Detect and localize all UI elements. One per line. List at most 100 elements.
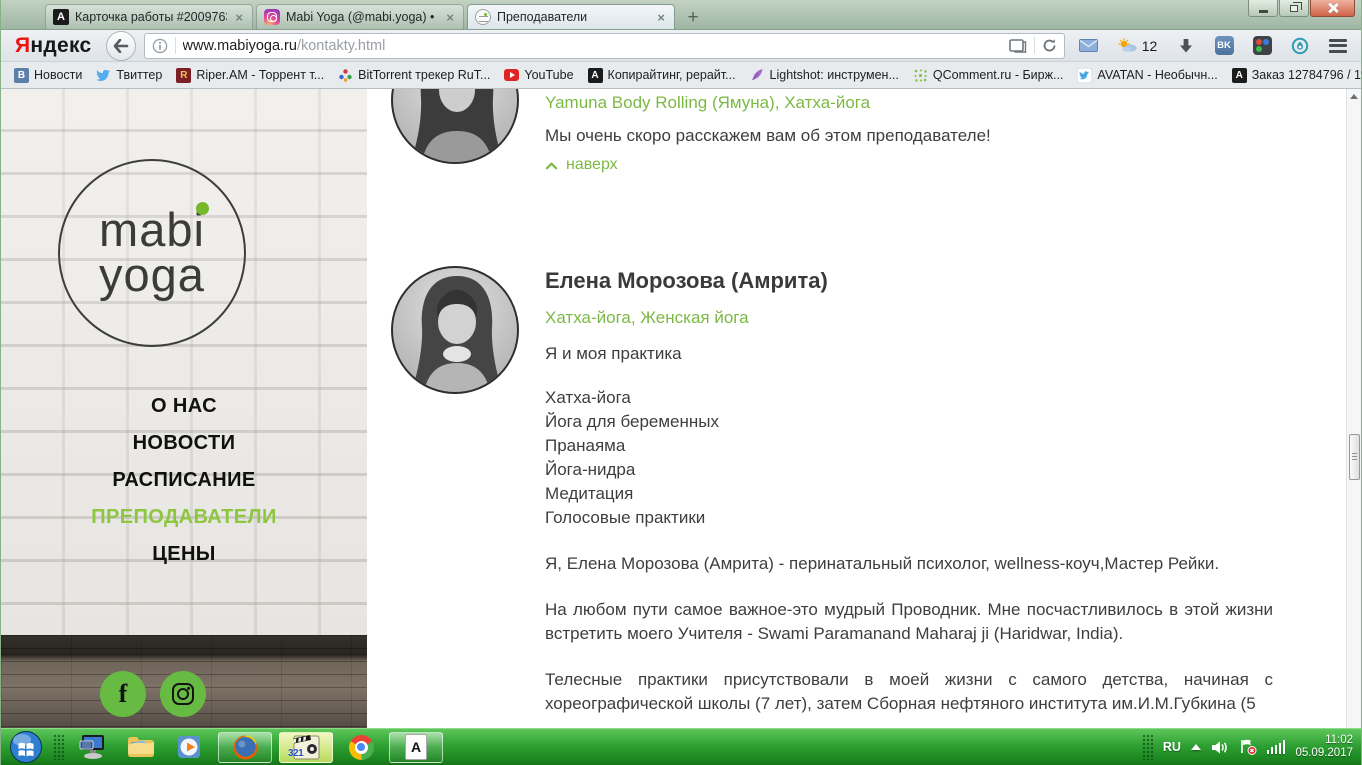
tab-instagram[interactable]: Mabi Yoga (@mabi.yoga) • Ф ×: [256, 4, 464, 29]
new-tab-button[interactable]: +: [678, 6, 708, 29]
downloads-button[interactable]: [1171, 32, 1201, 60]
close-button[interactable]: [1310, 0, 1355, 17]
url-text[interactable]: www.mabiyoga.ru/kontakty.html: [183, 38, 1002, 54]
scroll-up-button[interactable]: [1347, 89, 1361, 104]
bookmark-advego-order[interactable]: A Заказ 12784796 / 190....: [1225, 64, 1362, 86]
nav-schedule[interactable]: РАСПИСАНИЕ: [112, 469, 255, 492]
address-bar[interactable]: www.mabiyoga.ru/kontakty.html: [143, 32, 1065, 59]
tab-title: Преподаватели: [497, 10, 588, 24]
reader-mode-icon[interactable]: [1009, 38, 1027, 53]
advego-taskbar-button[interactable]: A: [389, 731, 443, 763]
yandex-disk-button[interactable]: [1285, 32, 1315, 60]
nav-prices[interactable]: ЦЕНЫ: [152, 543, 216, 566]
menu-button[interactable]: [1323, 32, 1353, 60]
bookmark-riper[interactable]: R Riper.AM - Торрент т...: [169, 64, 331, 86]
site-info-icon[interactable]: [152, 38, 168, 54]
tab-strip: A Карточка работы #20097636 × Mabi Yoga …: [1, 0, 1361, 29]
scrollbar-thumb[interactable]: [1348, 434, 1360, 480]
remote-desktop-button[interactable]: [71, 732, 113, 763]
teacher-name: Елена Морозова (Амрита): [545, 268, 828, 293]
chevron-up-icon: [545, 162, 558, 169]
yandex-logo-ya: Я: [15, 33, 31, 57]
bookmark-youtube[interactable]: YouTube: [497, 64, 580, 86]
volume-icon[interactable]: [1211, 740, 1229, 755]
tab-close-icon[interactable]: ×: [233, 10, 245, 25]
minimize-icon: [1258, 9, 1268, 13]
back-to-top-link[interactable]: наверх: [545, 156, 1273, 174]
practices-list: Хатха-йога Йога для беременных Пранаяма …: [545, 386, 1273, 530]
colorzilla-extension-button[interactable]: [1247, 32, 1277, 60]
bookmark-twitter[interactable]: Твиттер: [89, 64, 169, 86]
bookmark-label: Lightshot: инструмен...: [769, 68, 899, 82]
explorer-button[interactable]: [120, 732, 162, 763]
practice-item: Хатха-йога: [545, 388, 631, 407]
advego-document-icon: A: [405, 734, 427, 760]
nav-teachers-active[interactable]: ПРЕПОДАВАТЕЛИ: [91, 506, 276, 529]
mail-button[interactable]: [1073, 32, 1103, 60]
hamburger-icon: [1329, 38, 1347, 53]
social-links: f: [100, 671, 206, 717]
windows-taskbar: 321 A RU 11:02 05.09.2017: [1, 728, 1361, 765]
language-indicator[interactable]: RU: [1163, 740, 1181, 754]
reload-icon[interactable]: [1042, 38, 1057, 53]
nav-about[interactable]: О НАС: [151, 395, 217, 418]
mabi-yoga-logo[interactable]: mabi yoga: [58, 159, 246, 347]
show-hidden-icons-button[interactable]: [1190, 744, 1201, 750]
nav-news[interactable]: НОВОСТИ: [133, 432, 236, 455]
tab-close-icon[interactable]: ×: [655, 10, 667, 25]
minimize-button[interactable]: [1248, 0, 1278, 17]
teacher-specialties[interactable]: Yamuna Body Rolling (Ямуна), Хатха-йога: [545, 91, 1273, 115]
tray-separator: [1141, 734, 1153, 760]
window-controls: [1247, 0, 1355, 17]
bookmark-avatan[interactable]: AVATAN - Необычн...: [1070, 64, 1224, 86]
teacher-photo: [391, 89, 519, 164]
teacher-note: Мы очень скоро расскажем вам об этом пре…: [545, 126, 991, 145]
facebook-button[interactable]: f: [100, 671, 146, 717]
start-button[interactable]: [6, 730, 46, 764]
media-player-button[interactable]: [169, 732, 211, 763]
url-host: www.mabiyoga.ru: [182, 37, 297, 54]
bookmark-news[interactable]: В Новости: [7, 64, 89, 86]
chrome-taskbar-button[interactable]: [340, 732, 382, 763]
mpc-taskbar-button[interactable]: 321: [279, 731, 333, 763]
teacher-intro: Я и моя практика: [545, 344, 682, 363]
teacher-specialties[interactable]: Хатха-йога, Женская йога: [545, 306, 1273, 330]
divider: [174, 37, 176, 54]
practice-item: Медитация: [545, 484, 634, 503]
vk-extension-button[interactable]: BK: [1209, 32, 1239, 60]
facebook-icon: f: [118, 679, 128, 708]
tab-teachers-active[interactable]: Преподаватели ×: [467, 4, 675, 29]
vertical-scrollbar[interactable]: [1346, 89, 1361, 728]
mabi-logo-favicon-icon: [475, 9, 491, 25]
folder-icon: [128, 737, 154, 757]
tab-advego-order[interactable]: A Карточка работы #20097636 ×: [45, 4, 253, 29]
bookmark-lightshot[interactable]: Lightshot: инструмен...: [743, 64, 906, 86]
weather-widget[interactable]: 12: [1111, 32, 1163, 60]
lightshot-feather-icon: [752, 69, 763, 81]
tab-title: Карточка работы #20097636: [75, 10, 228, 24]
taskbar-clock[interactable]: 11:02 05.09.2017: [1295, 734, 1353, 761]
bookmark-label: Копирайтинг, рерайт...: [607, 68, 736, 82]
teacher-card-elena: Елена Морозова (Амрита) Хатха-йога, Женс…: [367, 266, 1346, 716]
back-button[interactable]: [105, 30, 136, 61]
bookmark-rutracker[interactable]: BitTorrent трекер RuT...: [331, 64, 497, 86]
bio-paragraph: Я, Елена Морозова (Амрита) - перинатальн…: [545, 554, 1220, 573]
yandex-logo[interactable]: Яндекс: [9, 34, 98, 58]
network-signal-icon[interactable]: [1266, 740, 1286, 754]
download-arrow-icon: [1180, 38, 1192, 52]
url-path: /kontakty.html: [296, 37, 386, 54]
weather-sun-cloud-icon: [1118, 38, 1137, 52]
windows-start-icon: [10, 731, 42, 763]
firefox-taskbar-button[interactable]: [218, 731, 272, 763]
bookmark-qcomment[interactable]: QComment.ru - Бирж...: [906, 64, 1071, 86]
tab-close-icon[interactable]: ×: [444, 10, 456, 25]
rutracker-icon: [339, 68, 352, 82]
wmp-icon: [178, 736, 200, 758]
teacher-photo: [391, 266, 519, 394]
bookmark-label: BitTorrent трекер RuT...: [358, 68, 491, 82]
bookmark-advego[interactable]: A Копирайтинг, рерайт...: [581, 64, 743, 86]
restore-button[interactable]: [1279, 0, 1309, 17]
action-center-flag-icon[interactable]: [1239, 739, 1257, 755]
site-navigation: О НАС НОВОСТИ РАСПИСАНИЕ ПРЕПОДАВАТЕЛИ Ц…: [1, 395, 367, 566]
instagram-button[interactable]: [160, 671, 206, 717]
